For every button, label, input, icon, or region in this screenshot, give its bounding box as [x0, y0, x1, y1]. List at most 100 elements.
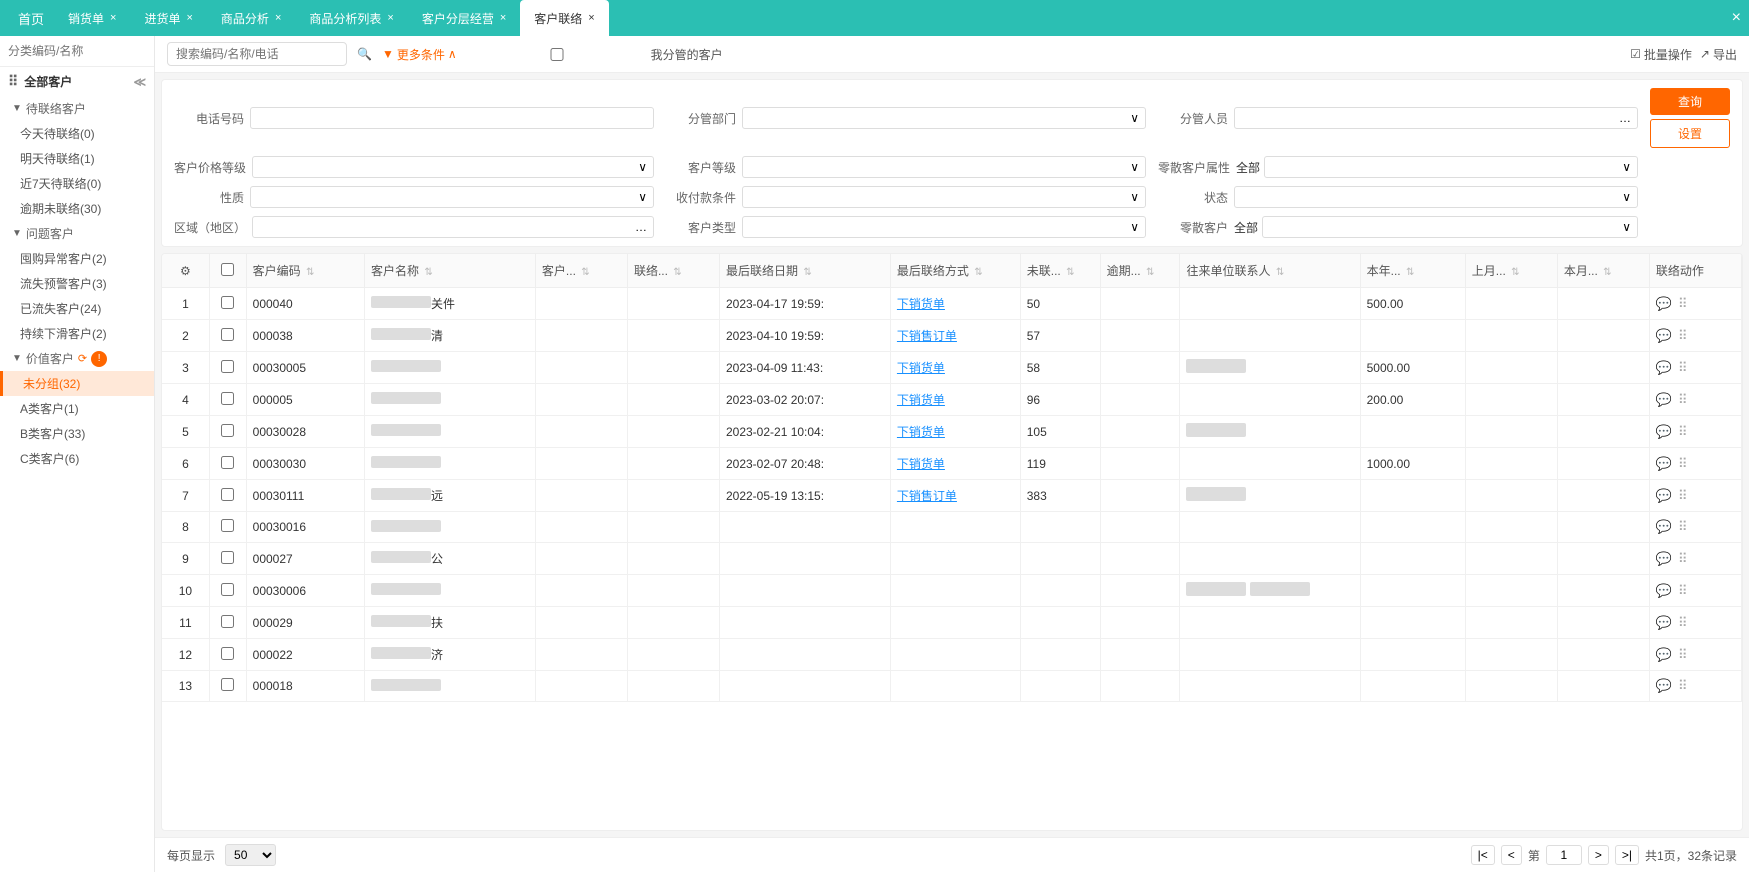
- th-overdue[interactable]: 逾期... ⇅: [1100, 254, 1180, 288]
- cell-lastway[interactable]: 下销售订单: [890, 480, 1020, 512]
- sidebar-item-tomorrow[interactable]: 明天待联络(1): [0, 146, 154, 171]
- sidebar-search-input[interactable]: [8, 44, 155, 58]
- chat-icon[interactable]: 💬: [1656, 360, 1672, 376]
- th-bizcontact[interactable]: 往来单位联系人 ⇅: [1180, 254, 1360, 288]
- tab-purchase-order[interactable]: 进货单 ×: [130, 0, 206, 36]
- sidebar-item-7days[interactable]: 近7天待联络(0): [0, 171, 154, 196]
- chat-icon[interactable]: 💬: [1656, 583, 1672, 599]
- th-contact[interactable]: 联络... ⇅: [627, 254, 719, 288]
- payment-select[interactable]: ∨: [742, 186, 1146, 208]
- row-checkbox[interactable]: [221, 488, 234, 501]
- th-lastdate[interactable]: 最后联络日期 ⇅: [719, 254, 890, 288]
- grid-action-icon[interactable]: ⠿: [1678, 392, 1688, 408]
- th-thisyear[interactable]: 本年... ⇅: [1360, 254, 1465, 288]
- row-checkbox[interactable]: [221, 583, 234, 596]
- manager-input[interactable]: …: [1234, 107, 1638, 129]
- retail-select[interactable]: ∨: [1262, 216, 1638, 238]
- my-customers-checkbox[interactable]: 我分管的客户: [467, 46, 723, 63]
- row-checkbox[interactable]: [221, 551, 234, 564]
- row-checkbox[interactable]: [221, 615, 234, 628]
- th-code[interactable]: 客户编码 ⇅: [246, 254, 364, 288]
- more-conditions-btn[interactable]: ▼ 更多条件 ∧: [382, 46, 457, 63]
- phone-input[interactable]: [250, 107, 654, 129]
- cell-lastway[interactable]: [890, 543, 1020, 575]
- row-checkbox[interactable]: [221, 392, 234, 405]
- my-customers-check[interactable]: [467, 48, 647, 61]
- tab-customer-contact[interactable]: 客户联络 ×: [520, 0, 608, 36]
- th-uncontact[interactable]: 未联... ⇅: [1020, 254, 1100, 288]
- grid-action-icon[interactable]: ⠿: [1678, 551, 1688, 567]
- prev-page-btn[interactable]: <: [1501, 845, 1522, 865]
- batch-op-btn[interactable]: ☑ 批量操作: [1630, 46, 1692, 63]
- section-pending-contact[interactable]: ▼ 待联络客户: [0, 96, 154, 121]
- last-page-btn[interactable]: >|: [1615, 845, 1639, 865]
- row-checkbox[interactable]: [221, 647, 234, 660]
- sidebar-item-churn-warning[interactable]: 流失预警客户(3): [0, 271, 154, 296]
- chat-icon[interactable]: 💬: [1656, 615, 1672, 631]
- grid-action-icon[interactable]: ⠿: [1678, 519, 1688, 535]
- chat-icon[interactable]: 💬: [1656, 551, 1672, 567]
- customer-grade-select[interactable]: ∨: [742, 156, 1146, 178]
- page-number-input[interactable]: [1546, 845, 1582, 865]
- chat-icon[interactable]: 💬: [1656, 328, 1672, 344]
- chat-icon[interactable]: 💬: [1656, 456, 1672, 472]
- row-checkbox[interactable]: [221, 360, 234, 373]
- all-customers-header[interactable]: ⠿ 全部客户 ≪: [0, 67, 154, 96]
- page-size-select[interactable]: 50 100: [225, 844, 276, 866]
- tab-sales-order[interactable]: 销货单 ×: [54, 0, 130, 36]
- sidebar-item-declining[interactable]: 持续下滑客户(2): [0, 321, 154, 346]
- grid-action-icon[interactable]: ⠿: [1678, 456, 1688, 472]
- ctype-select[interactable]: ∨: [742, 216, 1146, 238]
- status-select[interactable]: ∨: [1234, 186, 1638, 208]
- tab-product-analysis[interactable]: 商品分析 ×: [207, 0, 295, 36]
- sidebar-item-churned[interactable]: 已流失客户(24): [0, 296, 154, 321]
- close-icon[interactable]: ×: [186, 12, 192, 24]
- sidebar-item-hoarding-anomaly[interactable]: 囤购异常客户(2): [0, 246, 154, 271]
- nature-select[interactable]: ∨: [250, 186, 654, 208]
- grid-action-icon[interactable]: ⠿: [1678, 488, 1688, 504]
- sidebar-item-type-b[interactable]: B类客户(33): [0, 421, 154, 446]
- cell-lastway[interactable]: 下销货单: [890, 416, 1020, 448]
- row-checkbox[interactable]: [221, 456, 234, 469]
- chat-icon[interactable]: 💬: [1656, 424, 1672, 440]
- refresh-icon[interactable]: ⟳: [78, 352, 87, 365]
- export-btn[interactable]: ↗ 导出: [1700, 46, 1737, 63]
- cell-lastway[interactable]: 下销售订单: [890, 320, 1020, 352]
- dept-select[interactable]: ∨: [742, 107, 1146, 129]
- th-type[interactable]: 客户... ⇅: [535, 254, 627, 288]
- cell-lastway[interactable]: [890, 575, 1020, 607]
- grid-action-icon[interactable]: ⠿: [1678, 615, 1688, 631]
- cell-lastway[interactable]: [890, 512, 1020, 543]
- row-checkbox[interactable]: [221, 424, 234, 437]
- first-page-btn[interactable]: |<: [1471, 845, 1495, 865]
- tab-home[interactable]: 首页: [8, 9, 54, 28]
- row-checkbox[interactable]: [221, 328, 234, 341]
- th-name[interactable]: 客户名称 ⇅: [364, 254, 535, 288]
- grid-action-icon[interactable]: ⠿: [1678, 296, 1688, 312]
- section-value-customers[interactable]: ▼ 价值客户 ⟳ !: [0, 346, 154, 371]
- sidebar-item-today[interactable]: 今天待联络(0): [0, 121, 154, 146]
- close-icon[interactable]: ×: [275, 12, 281, 24]
- grid-action-icon[interactable]: ⠿: [1678, 424, 1688, 440]
- tab-product-analysis-list[interactable]: 商品分析列表 ×: [295, 0, 407, 36]
- next-page-btn[interactable]: >: [1588, 845, 1609, 865]
- section-problem-customers[interactable]: ▼ 问题客户: [0, 221, 154, 246]
- row-checkbox[interactable]: [221, 519, 234, 532]
- grid-action-icon[interactable]: ⠿: [1678, 647, 1688, 663]
- chat-icon[interactable]: 💬: [1656, 488, 1672, 504]
- chat-icon[interactable]: 💬: [1656, 392, 1672, 408]
- th-settings[interactable]: ⚙: [162, 254, 209, 288]
- close-icon[interactable]: ×: [387, 12, 393, 24]
- cell-lastway[interactable]: 下销货单: [890, 384, 1020, 416]
- row-checkbox[interactable]: [221, 678, 234, 691]
- reset-btn[interactable]: 设置: [1650, 119, 1730, 148]
- close-icon[interactable]: ×: [110, 12, 116, 24]
- search-input[interactable]: [167, 42, 347, 66]
- sidebar-item-ungrouped[interactable]: 未分组(32): [0, 371, 154, 396]
- grid-action-icon[interactable]: ⠿: [1678, 583, 1688, 599]
- sidebar-item-type-c[interactable]: C类客户(6): [0, 446, 154, 471]
- grid-action-icon[interactable]: ⠿: [1678, 360, 1688, 376]
- chat-icon[interactable]: 💬: [1656, 647, 1672, 663]
- query-btn[interactable]: 查询: [1650, 88, 1730, 115]
- retail-attr-select[interactable]: ∨: [1264, 156, 1638, 178]
